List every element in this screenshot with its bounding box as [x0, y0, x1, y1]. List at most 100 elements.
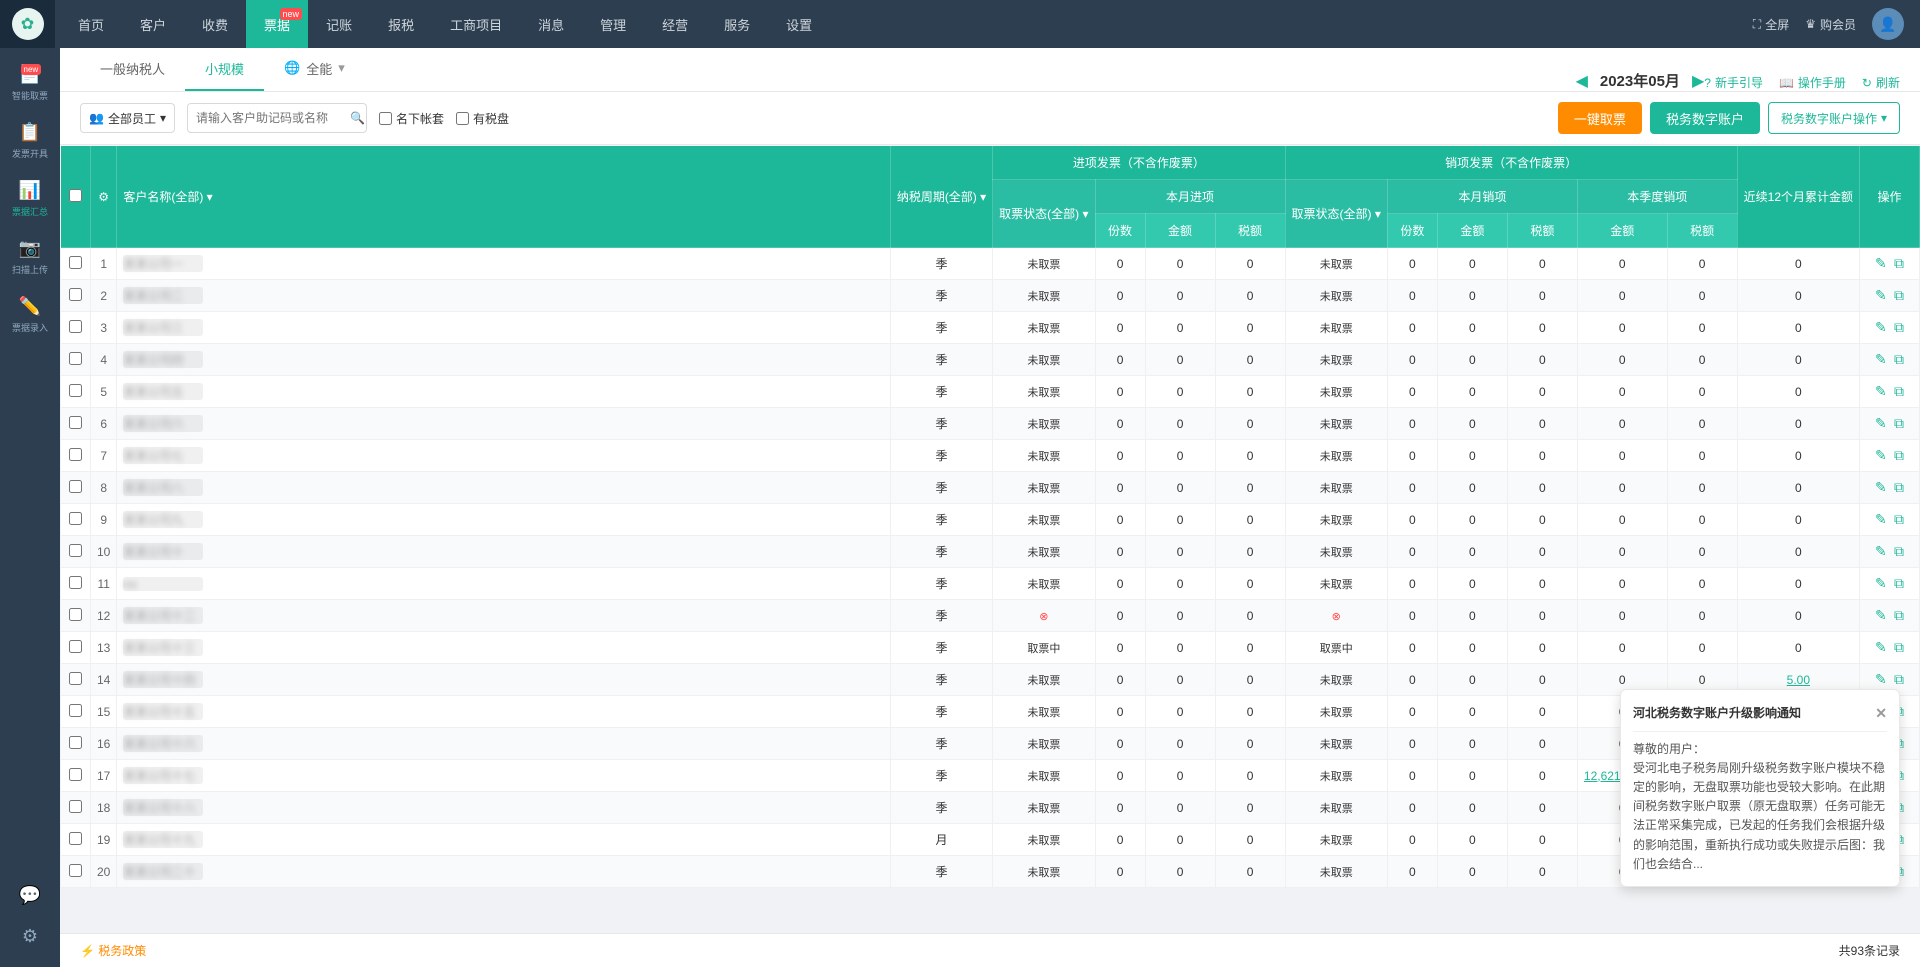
row-checkbox[interactable]: [69, 704, 82, 717]
sidebar-label-ticket-summary: 票据汇总: [12, 205, 48, 218]
prev-month-button[interactable]: ◀: [1576, 71, 1588, 91]
edit-button[interactable]: ✎: [1875, 511, 1887, 527]
new-guide-button[interactable]: ? 新手引导: [1704, 74, 1763, 91]
row-checkbox[interactable]: [69, 384, 82, 397]
in-tax-cell: 0: [1215, 632, 1285, 664]
nav-operation[interactable]: 经营: [644, 0, 706, 48]
edit-button[interactable]: ✎: [1875, 255, 1887, 271]
edit-button[interactable]: ✎: [1875, 639, 1887, 655]
copy-button[interactable]: ⧉: [1894, 639, 1904, 655]
notification-close-button[interactable]: ✕: [1875, 702, 1887, 724]
nav-manage[interactable]: 管理: [582, 0, 644, 48]
copy-button[interactable]: ⧉: [1894, 319, 1904, 335]
sidebar-item-scan-upload[interactable]: 📷 扫描上传: [2, 230, 58, 284]
edit-button[interactable]: ✎: [1875, 383, 1887, 399]
row-checkbox[interactable]: [69, 768, 82, 781]
in-amount-cell: 0: [1145, 760, 1215, 792]
edit-button[interactable]: ✎: [1875, 447, 1887, 463]
copy-button[interactable]: ⧉: [1894, 511, 1904, 527]
employee-select[interactable]: 👥 全部员工 ▾: [80, 103, 175, 133]
out-status-cell: 未取票: [1285, 568, 1387, 600]
sidebar-item-config[interactable]: ⚙: [2, 918, 58, 955]
nav-ticket[interactable]: 票据 new: [246, 0, 308, 48]
row-checkbox[interactable]: [69, 864, 82, 877]
nav-fee[interactable]: 收费: [184, 0, 246, 48]
copy-button[interactable]: ⧉: [1894, 607, 1904, 623]
tab-all-around[interactable]: 🌐 全能 ▾: [264, 48, 365, 91]
edit-button[interactable]: ✎: [1875, 607, 1887, 623]
tax-disk-checkbox[interactable]: [456, 112, 469, 125]
edit-button[interactable]: ✎: [1875, 479, 1887, 495]
copy-button[interactable]: ⧉: [1894, 351, 1904, 367]
row-checkbox[interactable]: [69, 416, 82, 429]
search-icon[interactable]: 🔍: [350, 111, 365, 125]
copy-button[interactable]: ⧉: [1894, 671, 1904, 687]
select-all-checkbox[interactable]: [69, 189, 82, 202]
member-button[interactable]: ♛ 购会员: [1805, 16, 1856, 33]
refresh-button[interactable]: ↻ 刷新: [1862, 74, 1900, 91]
tab-general-taxpayer[interactable]: 一般纳税人: [80, 48, 185, 91]
copy-button[interactable]: ⧉: [1894, 479, 1904, 495]
copy-button[interactable]: ⧉: [1894, 383, 1904, 399]
row-checkbox[interactable]: [69, 480, 82, 493]
one-key-ticket-button[interactable]: 一键取票: [1558, 102, 1642, 134]
edit-button[interactable]: ✎: [1875, 319, 1887, 335]
tax-disk-checkbox-wrapper[interactable]: 有税盘: [456, 110, 509, 127]
row-checkbox[interactable]: [69, 288, 82, 301]
row-checkbox[interactable]: [69, 608, 82, 621]
account-checkbox-wrapper[interactable]: 名下帐套: [379, 110, 444, 127]
row-checkbox[interactable]: [69, 352, 82, 365]
row-checkbox[interactable]: [69, 672, 82, 685]
row-checkbox[interactable]: [69, 256, 82, 269]
nav-accounting[interactable]: 记账: [308, 0, 370, 48]
edit-button[interactable]: ✎: [1875, 415, 1887, 431]
row-checkbox[interactable]: [69, 512, 82, 525]
fullscreen-button[interactable]: ⛶ 全屏: [1753, 16, 1789, 33]
row-checkbox[interactable]: [69, 800, 82, 813]
copy-button[interactable]: ⧉: [1894, 543, 1904, 559]
nav-client[interactable]: 客户: [122, 0, 184, 48]
row-checkbox[interactable]: [69, 736, 82, 749]
nav-home[interactable]: 首页: [60, 0, 122, 48]
tax-digital-account-op-button[interactable]: 税务数字账户操作 ▾: [1768, 102, 1900, 134]
row-checkbox[interactable]: [69, 832, 82, 845]
edit-button[interactable]: ✎: [1875, 287, 1887, 303]
row-index: 11: [91, 568, 117, 600]
copy-button[interactable]: ⧉: [1894, 447, 1904, 463]
row-checkbox[interactable]: [69, 576, 82, 589]
edit-button[interactable]: ✎: [1875, 351, 1887, 367]
tax-digital-account-button[interactable]: 税务数字账户: [1650, 102, 1760, 134]
year-amount-cell: 0: [1737, 568, 1859, 600]
nav-business[interactable]: 工商项目: [432, 0, 520, 48]
copy-button[interactable]: ⧉: [1894, 415, 1904, 431]
row-checkbox[interactable]: [69, 320, 82, 333]
copy-button[interactable]: ⧉: [1894, 575, 1904, 591]
edit-button[interactable]: ✎: [1875, 671, 1887, 687]
sidebar-item-ticket-summary[interactable]: 📊 票据汇总: [2, 172, 58, 226]
copy-button[interactable]: ⧉: [1894, 287, 1904, 303]
sidebar-item-ticket-entry[interactable]: ✏️ 票据录入: [2, 288, 58, 342]
nav-settings[interactable]: 设置: [768, 0, 830, 48]
nav-tax[interactable]: 报税: [370, 0, 432, 48]
next-month-button[interactable]: ▶: [1692, 71, 1704, 91]
row-index: 16: [91, 728, 117, 760]
th-client-name: 客户名称(全部) ▾: [117, 146, 890, 248]
copy-button[interactable]: ⧉: [1894, 255, 1904, 271]
nav-service[interactable]: 服务: [706, 0, 768, 48]
manual-button[interactable]: 📖 操作手册: [1779, 74, 1846, 91]
edit-button[interactable]: ✎: [1875, 543, 1887, 559]
row-checkbox[interactable]: [69, 640, 82, 653]
in-count-cell: 0: [1095, 664, 1145, 696]
search-input[interactable]: [196, 111, 346, 125]
row-checkbox[interactable]: [69, 448, 82, 461]
row-checkbox[interactable]: [69, 544, 82, 557]
nav-message[interactable]: 消息: [520, 0, 582, 48]
tax-policy-link[interactable]: ⚡ 税务政策: [80, 942, 146, 959]
tab-small-scale[interactable]: 小规模: [185, 48, 264, 91]
edit-button[interactable]: ✎: [1875, 575, 1887, 591]
user-avatar[interactable]: 👤: [1872, 8, 1904, 40]
sidebar-item-invoice-open[interactable]: 📋 发票开具: [2, 114, 58, 168]
account-checkbox[interactable]: [379, 112, 392, 125]
sidebar-item-messages[interactable]: 💬: [2, 877, 58, 914]
sidebar-item-smart-ticket[interactable]: 📄 new 智能取票: [2, 56, 58, 110]
